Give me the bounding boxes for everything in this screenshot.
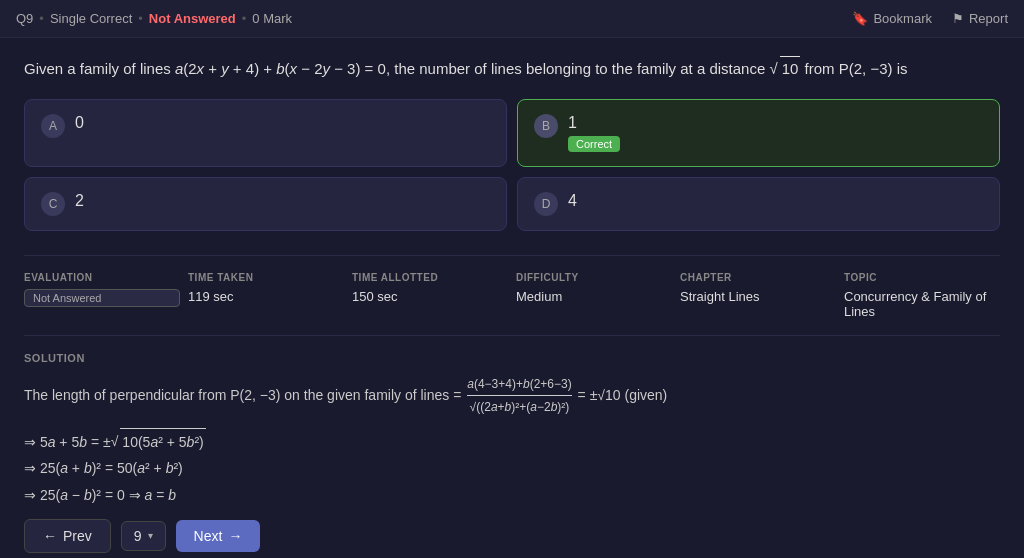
- meta-chapter-value: Straight Lines: [680, 289, 836, 304]
- option-d[interactable]: D 4: [517, 177, 1000, 231]
- meta-topic-value: Concurrency & Family of Lines: [844, 289, 1000, 319]
- meta-difficulty-value: Medium: [516, 289, 672, 304]
- solution-line2: ⇒ 5a + 5b = ±√10(5a² + 5b²): [24, 428, 1000, 456]
- next-icon: →: [228, 528, 242, 544]
- option-c-content: 2: [75, 192, 490, 210]
- top-bar: Q9 • Single Correct • Not Answered • 0 M…: [0, 0, 1024, 38]
- option-d-content: 4: [568, 192, 983, 210]
- question-text: Given a family of lines a(2x + y + 4) + …: [24, 56, 1000, 81]
- bookmark-label: Bookmark: [873, 11, 932, 26]
- option-b-content: 1 Correct: [568, 114, 983, 152]
- meta-time-taken-label: TIME TAKEN: [188, 272, 344, 283]
- report-icon: ⚑: [952, 11, 964, 26]
- question-meta: Q9 • Single Correct • Not Answered • 0 M…: [16, 11, 292, 26]
- solution-line3: ⇒ 25(a + b)² = 50(a² + b²): [24, 455, 1000, 482]
- meta-time-allotted-label: TIME ALLOTTED: [352, 272, 508, 283]
- report-label: Report: [969, 11, 1008, 26]
- sep1: •: [39, 11, 44, 26]
- solution-line4: ⇒ 25(a − b)² = 0 ⇒ a = b: [24, 482, 1000, 509]
- mark-info: 0 Mark: [252, 11, 292, 26]
- option-a-content: 0: [75, 114, 490, 132]
- prev-icon: ←: [43, 528, 57, 544]
- report-button[interactable]: ⚑ Report: [952, 11, 1008, 26]
- meta-time-allotted: TIME ALLOTTED 150 sec: [352, 272, 508, 319]
- options-grid: A 0 B 1 Correct C 2 D 4: [24, 99, 1000, 231]
- answer-status: Not Answered: [149, 11, 236, 26]
- meta-chapter: CHAPTER Straight Lines: [680, 272, 836, 319]
- option-a[interactable]: A 0: [24, 99, 507, 167]
- bottom-nav: ← Prev 9 ▾ Next →: [24, 509, 1000, 558]
- next-label: Next: [194, 528, 223, 544]
- option-d-value: 4: [568, 192, 983, 210]
- evaluation-badge: Not Answered: [24, 289, 180, 307]
- meta-section: EVALUATION Not Answered TIME TAKEN 119 s…: [24, 255, 1000, 336]
- meta-time-taken-value: 119 sec: [188, 289, 344, 304]
- option-a-label: A: [41, 114, 65, 138]
- content-area: Given a family of lines a(2x + y + 4) + …: [0, 38, 1024, 558]
- meta-difficulty: DIFFICULTY Medium: [516, 272, 672, 319]
- solution-fraction: a(4−3+4)+b(2+6−3) √((2a+b)²+(a−2b)²): [467, 374, 571, 418]
- prev-label: Prev: [63, 528, 92, 544]
- sep3: •: [242, 11, 247, 26]
- sep2: •: [138, 11, 143, 26]
- solution-section: SOLUTION The length of perpendicular fro…: [24, 352, 1000, 558]
- question-number: Q9: [16, 11, 33, 26]
- bookmark-button[interactable]: 🔖 Bookmark: [852, 11, 932, 26]
- option-b[interactable]: B 1 Correct: [517, 99, 1000, 167]
- bookmark-icon: 🔖: [852, 11, 868, 26]
- option-b-label: B: [534, 114, 558, 138]
- option-b-value: 1: [568, 114, 983, 132]
- option-c-label: C: [41, 192, 65, 216]
- meta-chapter-label: CHAPTER: [680, 272, 836, 283]
- top-bar-actions: 🔖 Bookmark ⚑ Report: [852, 11, 1008, 26]
- solution-label: SOLUTION: [24, 352, 1000, 364]
- option-a-value: 0: [75, 114, 490, 132]
- solution-line1: The length of perpendicular from P(2, −3…: [24, 374, 1000, 418]
- option-c[interactable]: C 2: [24, 177, 507, 231]
- correct-badge: Correct: [568, 136, 620, 152]
- meta-time-taken: TIME TAKEN 119 sec: [188, 272, 344, 319]
- option-c-value: 2: [75, 192, 490, 210]
- meta-topic-label: TOPIC: [844, 272, 1000, 283]
- question-type: Single Correct: [50, 11, 132, 26]
- prev-button[interactable]: ← Prev: [24, 519, 111, 553]
- meta-evaluation: EVALUATION Not Answered: [24, 272, 180, 319]
- chevron-down-icon: ▾: [148, 530, 153, 541]
- page-selector[interactable]: 9 ▾: [121, 521, 166, 551]
- meta-time-allotted-value: 150 sec: [352, 289, 508, 304]
- meta-topic: TOPIC Concurrency & Family of Lines: [844, 272, 1000, 319]
- meta-evaluation-label: EVALUATION: [24, 272, 180, 283]
- meta-difficulty-label: DIFFICULTY: [516, 272, 672, 283]
- page-number: 9: [134, 528, 142, 544]
- next-button[interactable]: Next →: [176, 520, 261, 552]
- option-d-label: D: [534, 192, 558, 216]
